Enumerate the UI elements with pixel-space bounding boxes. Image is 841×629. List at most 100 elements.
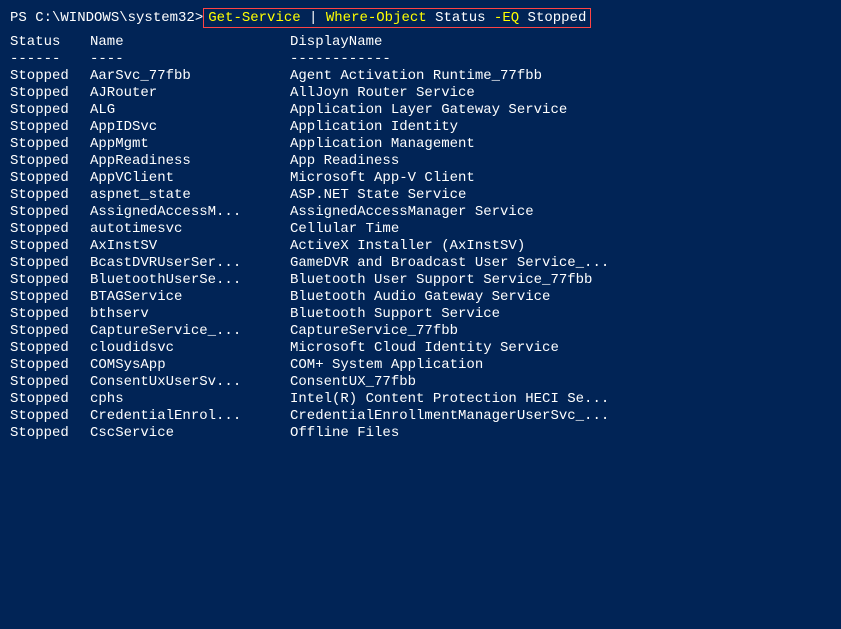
cell-name: AppVClient (90, 170, 290, 187)
cell-display: Offline Files (290, 425, 831, 442)
cell-status: Stopped (10, 153, 90, 170)
cell-display: Microsoft App-V Client (290, 170, 831, 187)
sep-status: ------ (10, 51, 90, 68)
table-row: StoppedCOMSysAppCOM+ System Application (10, 357, 831, 374)
cmd-status-param: Status (435, 10, 485, 26)
cell-name: ConsentUxUserSv... (90, 374, 290, 391)
cell-display: GameDVR and Broadcast User Service_... (290, 255, 831, 272)
cmd-stopped-value: Stopped (528, 10, 587, 26)
cell-display: CredentialEnrollmentManagerUserSvc_... (290, 408, 831, 425)
cell-status: Stopped (10, 102, 90, 119)
cell-display: AllJoyn Router Service (290, 85, 831, 102)
cell-display: Microsoft Cloud Identity Service (290, 340, 831, 357)
cell-display: App Readiness (290, 153, 831, 170)
output-table: Status Name DisplayName ------ ---- ----… (10, 34, 831, 442)
cell-status: Stopped (10, 238, 90, 255)
cell-display: Bluetooth Support Service (290, 306, 831, 323)
cell-status: Stopped (10, 374, 90, 391)
table-row: StoppedAppVClientMicrosoft App-V Client (10, 170, 831, 187)
table-row: StoppedAarSvc_77fbbAgent Activation Runt… (10, 68, 831, 85)
table-row: StoppedBluetoothUserSe...Bluetooth User … (10, 272, 831, 289)
terminal-window: PS C:\WINDOWS\system32> Get-Service | Wh… (0, 0, 841, 629)
cell-display: Cellular Time (290, 221, 831, 238)
cell-name: autotimesvc (90, 221, 290, 238)
table-row: StoppedAppIDSvcApplication Identity (10, 119, 831, 136)
cell-name: BcastDVRUserSer... (90, 255, 290, 272)
cell-display: Application Identity (290, 119, 831, 136)
table-row: StoppedCredentialEnrol...CredentialEnrol… (10, 408, 831, 425)
cell-display: Application Management (290, 136, 831, 153)
sep-name: ---- (90, 51, 290, 68)
cell-name: BTAGService (90, 289, 290, 306)
table-row: StoppedautotimesvcCellular Time (10, 221, 831, 238)
table-row: StoppedcphsIntel(R) Content Protection H… (10, 391, 831, 408)
cell-name: CscService (90, 425, 290, 442)
cell-name: ALG (90, 102, 290, 119)
cell-status: Stopped (10, 187, 90, 204)
cell-display: ConsentUX_77fbb (290, 374, 831, 391)
cell-display: COM+ System Application (290, 357, 831, 374)
cmd-get-service: Get-Service (208, 10, 300, 26)
prompt-text: PS C:\WINDOWS\system32> (10, 10, 203, 26)
cell-status: Stopped (10, 170, 90, 187)
table-body: StoppedAarSvc_77fbbAgent Activation Runt… (10, 68, 831, 442)
cell-status: Stopped (10, 289, 90, 306)
cell-display: Bluetooth Audio Gateway Service (290, 289, 831, 306)
table-row: StoppedALGApplication Layer Gateway Serv… (10, 102, 831, 119)
table-row: StoppedcloudidsvcMicrosoft Cloud Identit… (10, 340, 831, 357)
cell-status: Stopped (10, 357, 90, 374)
cell-display: AssignedAccessManager Service (290, 204, 831, 221)
cell-status: Stopped (10, 425, 90, 442)
cell-status: Stopped (10, 136, 90, 153)
cell-status: Stopped (10, 272, 90, 289)
cmd-pipe: | (301, 10, 326, 26)
cmd-where-object: Where-Object (326, 10, 427, 26)
cell-name: AppIDSvc (90, 119, 290, 136)
header-display: DisplayName (290, 34, 831, 51)
cell-name: cphs (90, 391, 290, 408)
cell-name: COMSysApp (90, 357, 290, 374)
table-header-row: Status Name DisplayName (10, 34, 831, 51)
cell-status: Stopped (10, 391, 90, 408)
cell-display: ActiveX Installer (AxInstSV) (290, 238, 831, 255)
cell-status: Stopped (10, 323, 90, 340)
sep-display: ------------ (290, 51, 831, 68)
cell-name: AarSvc_77fbb (90, 68, 290, 85)
cell-name: CaptureService_... (90, 323, 290, 340)
cell-name: AppReadiness (90, 153, 290, 170)
cell-name: AppMgmt (90, 136, 290, 153)
cell-status: Stopped (10, 68, 90, 85)
table-row: StoppedAppReadinessApp Readiness (10, 153, 831, 170)
cell-display: ASP.NET State Service (290, 187, 831, 204)
cell-name: AssignedAccessM... (90, 204, 290, 221)
table-row: StoppedAppMgmtApplication Management (10, 136, 831, 153)
cell-status: Stopped (10, 306, 90, 323)
table-row: StoppedAxInstSVActiveX Installer (AxInst… (10, 238, 831, 255)
cell-status: Stopped (10, 408, 90, 425)
table-row: StoppedConsentUxUserSv...ConsentUX_77fbb (10, 374, 831, 391)
cell-status: Stopped (10, 204, 90, 221)
prompt-line: PS C:\WINDOWS\system32> Get-Service | Wh… (10, 8, 831, 28)
table-row: StoppedCaptureService_...CaptureService_… (10, 323, 831, 340)
cell-status: Stopped (10, 340, 90, 357)
cell-name: CredentialEnrol... (90, 408, 290, 425)
cmd-eq-flag: -EQ (486, 10, 528, 26)
table-row: StoppedbthservBluetooth Support Service (10, 306, 831, 323)
cell-name: AJRouter (90, 85, 290, 102)
table-separator-row: ------ ---- ------------ (10, 51, 831, 68)
cell-status: Stopped (10, 221, 90, 238)
cell-name: AxInstSV (90, 238, 290, 255)
table-row: Stoppedaspnet_stateASP.NET State Service (10, 187, 831, 204)
cell-status: Stopped (10, 255, 90, 272)
table-row: StoppedAssignedAccessM...AssignedAccessM… (10, 204, 831, 221)
table-row: StoppedBcastDVRUserSer...GameDVR and Bro… (10, 255, 831, 272)
cmd-space1 (427, 10, 435, 26)
cell-name: BluetoothUserSe... (90, 272, 290, 289)
table-row: StoppedBTAGServiceBluetooth Audio Gatewa… (10, 289, 831, 306)
command-box: Get-Service | Where-Object Status -EQ St… (203, 8, 591, 28)
cell-display: Bluetooth User Support Service_77fbb (290, 272, 831, 289)
cell-display: Intel(R) Content Protection HECI Se... (290, 391, 831, 408)
cell-name: bthserv (90, 306, 290, 323)
cell-display: Agent Activation Runtime_77fbb (290, 68, 831, 85)
cell-status: Stopped (10, 85, 90, 102)
